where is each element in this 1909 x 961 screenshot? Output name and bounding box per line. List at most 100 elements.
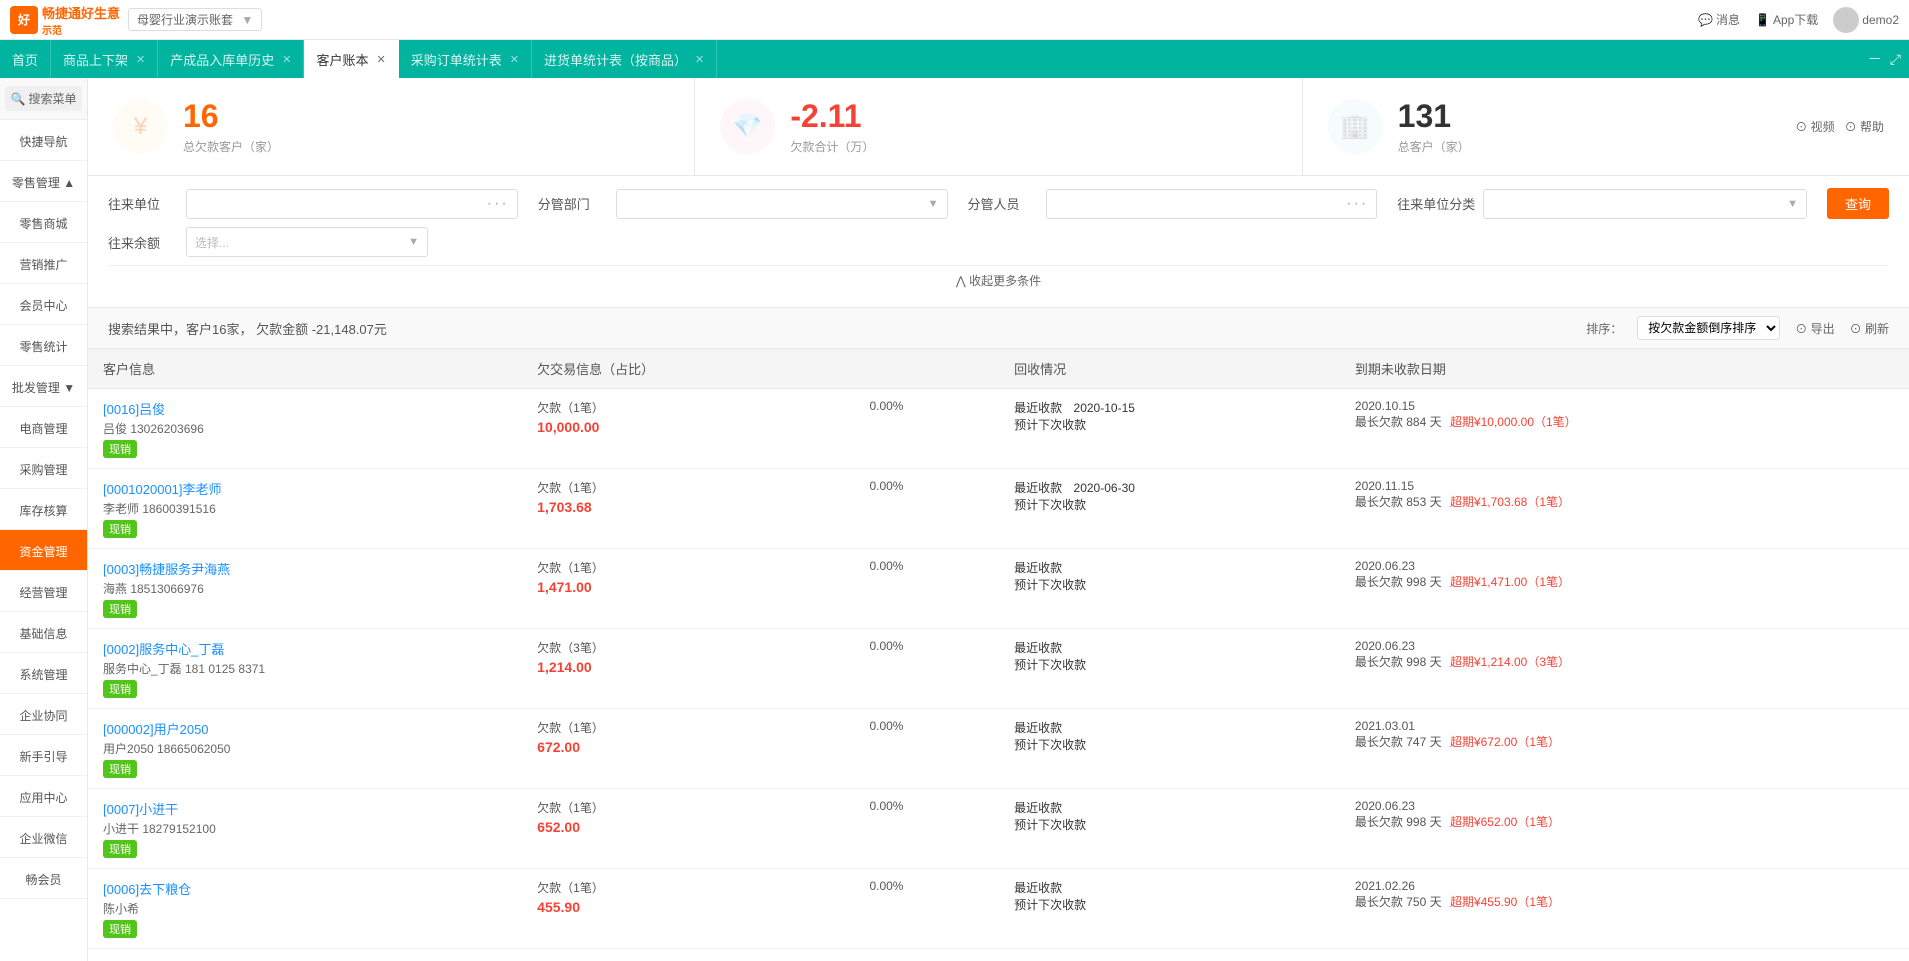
- view-btn[interactable]: ⊙ 视频: [1795, 118, 1834, 135]
- status-badge-6: 现销: [103, 920, 137, 938]
- due-cell-4: 2021.03.01 最长欠款 747 天 超期¥672.00（1笔）: [1340, 709, 1909, 789]
- overdue-link-3[interactable]: 超期¥1,214.00（3笔）: [1450, 655, 1570, 669]
- sidebar-item-retail-mgmt[interactable]: 零售管理 ▲: [0, 161, 87, 202]
- due-cell-1: 2020.11.15 最长欠款 853 天 超期¥1,703.68（1笔）: [1340, 469, 1909, 549]
- close-tab-purchase-stats-product[interactable]: ✕: [695, 53, 704, 66]
- debt-customers-num: 16: [183, 98, 279, 135]
- help-btn[interactable]: ⊙ 帮助: [1845, 118, 1884, 135]
- overdue-info-0: 最长欠款 884 天 超期¥10,000.00（1笔）: [1355, 413, 1894, 430]
- sidebar-item-basic-info[interactable]: 基础信息: [0, 612, 87, 653]
- sidebar-item-retail-mall[interactable]: 零售商城: [0, 202, 87, 243]
- customer-name-5[interactable]: [0007]小进干: [103, 799, 507, 818]
- sidebar-quick-nav[interactable]: 快捷导航: [0, 120, 87, 161]
- app-download-btn[interactable]: 📱 App下载: [1755, 11, 1818, 28]
- user-avatar[interactable]: demo2: [1833, 7, 1899, 33]
- debt-amount-0: 10,000.00: [537, 419, 839, 435]
- tab-inventory-history[interactable]: 产成品入库单历史 ✕: [158, 40, 304, 78]
- debt-count-1: 欠款（1笔）: [537, 479, 839, 496]
- percent-cell-7: 0.00%: [854, 949, 999, 961]
- person-input[interactable]: ···: [1046, 189, 1378, 219]
- customer-name-2[interactable]: [0003]畅捷服务尹海燕: [103, 559, 507, 578]
- tab-purchase-stats-product[interactable]: 进货单统计表（按商品） ✕: [532, 40, 717, 78]
- overdue-link-1[interactable]: 超期¥1,703.68（1笔）: [1450, 495, 1570, 509]
- tab-customer-account[interactable]: 客户账本 ✕: [304, 40, 398, 78]
- customer-sub-2: 海燕 18513066976: [103, 580, 507, 597]
- data-table: 客户信息 欠交易信息（占比） 回收情况 到期未收款日期 [0016]吕俊 吕俊 …: [88, 349, 1909, 961]
- overdue-info-5: 最长欠款 998 天 超期¥652.00（1笔）: [1355, 813, 1894, 830]
- tab-home[interactable]: 首页: [0, 40, 51, 78]
- overdue-link-5[interactable]: 超期¥652.00（1笔）: [1450, 815, 1560, 829]
- sidebar-item-purchase[interactable]: 采购管理: [0, 448, 87, 489]
- overdue-link-0[interactable]: 超期¥10,000.00（1笔）: [1450, 415, 1577, 429]
- customer-name-0[interactable]: [0016]吕俊: [103, 399, 507, 418]
- sidebar-item-enterprise-collab[interactable]: 企业协同: [0, 694, 87, 735]
- debt-amount-3: 1,214.00: [537, 659, 839, 675]
- customer-name-1[interactable]: [0001020001]李老师: [103, 479, 507, 498]
- balance-input[interactable]: 选择... ▼: [186, 227, 428, 257]
- customer-sub-0: 吕俊 13026203696: [103, 420, 507, 437]
- customer-name-3[interactable]: [0002]服务中心_丁磊: [103, 639, 507, 658]
- due-cell-7: 2020.12.30 最长欠款 808 天 超期¥429.00（1笔）: [1340, 949, 1909, 961]
- sidebar-item-enterprise-wechat[interactable]: 企业微信: [0, 817, 87, 858]
- sidebar-item-app-center[interactable]: 应用中心: [0, 776, 87, 817]
- sort-select[interactable]: 按欠款金额倒序排序: [1637, 316, 1780, 340]
- unit-class-input[interactable]: ▼: [1483, 189, 1807, 219]
- total-debt-info: -2.11 欠款合计（万）: [790, 98, 874, 155]
- source-unit-input[interactable]: ···: [186, 189, 518, 219]
- customer-name-6[interactable]: [0006]去下粮仓: [103, 879, 507, 898]
- collection-cell-4: 最近收款 预计下次收款: [999, 709, 1340, 789]
- customer-sub-6: 陈小希: [103, 900, 507, 917]
- close-tab-inventory-history[interactable]: ✕: [282, 53, 291, 66]
- sidebar-item-inventory[interactable]: 库存核算: [0, 489, 87, 530]
- tab-minimize[interactable]: －: [1868, 49, 1882, 69]
- store-selector[interactable]: 母婴行业演示账套 ▼: [128, 8, 262, 31]
- debt-cell-1: 欠款（1笔） 1,703.68: [522, 469, 854, 549]
- debt-amount-1: 1,703.68: [537, 499, 839, 515]
- debt-amount-2: 1,471.00: [537, 579, 839, 595]
- sidebar-item-newbie-guide[interactable]: 新手引导: [0, 735, 87, 776]
- table-header: 客户信息 欠交易信息（占比） 回收情况 到期未收款日期: [88, 349, 1909, 389]
- status-badge-0: 现销: [103, 440, 137, 458]
- close-tab-customer-account[interactable]: ✕: [377, 53, 386, 66]
- debt-cell-0: 欠款（1笔） 10,000.00: [522, 389, 854, 469]
- tab-purchase-order-stats[interactable]: 采购订单统计表 ✕: [399, 40, 532, 78]
- sidebar-item-marketing[interactable]: 营销推广: [0, 243, 87, 284]
- search-menu-btn[interactable]: 🔍 搜索菜单: [5, 86, 82, 111]
- overdue-link-6[interactable]: 超期¥455.90（1笔）: [1450, 895, 1560, 909]
- overdue-days-1: 最长欠款 853 天: [1355, 495, 1442, 509]
- overdue-link-4[interactable]: 超期¥672.00（1笔）: [1450, 735, 1560, 749]
- overdue-link-2[interactable]: 超期¥1,471.00（1笔）: [1450, 575, 1570, 589]
- sidebar-item-wholesale-mgmt[interactable]: 批发管理 ▼: [0, 366, 87, 407]
- dept-field: 分管部门 ▼: [538, 189, 948, 219]
- close-tab-purchase-order-stats[interactable]: ✕: [510, 53, 519, 66]
- sidebar-item-finance[interactable]: 资金管理: [0, 530, 87, 571]
- due-cell-6: 2021.02.26 最长欠款 750 天 超期¥455.90（1笔）: [1340, 869, 1909, 949]
- sidebar-item-chang-member[interactable]: 畅会员: [0, 858, 87, 899]
- total-debt-icon: 💎: [720, 99, 775, 154]
- customer-name-4[interactable]: [000002]用户2050: [103, 719, 507, 738]
- sidebar-item-system[interactable]: 系统管理: [0, 653, 87, 694]
- refresh-btn[interactable]: ⊙ 刷新: [1850, 320, 1889, 337]
- tab-maximize[interactable]: ⤢: [1890, 51, 1901, 68]
- total-debt-label: 欠款合计（万）: [790, 138, 874, 155]
- collection-cell-6: 最近收款 预计下次收款: [999, 869, 1340, 949]
- tab-product-listing[interactable]: 商品上下架 ✕: [51, 40, 158, 78]
- export-btn[interactable]: ⊙ 导出: [1795, 320, 1834, 337]
- close-tab-product-listing[interactable]: ✕: [136, 53, 145, 66]
- overdue-days-6: 最长欠款 750 天: [1355, 895, 1442, 909]
- dept-label: 分管部门: [538, 194, 608, 213]
- person-field: 分管人员 ···: [968, 189, 1378, 219]
- results-bar: 搜索结果中，客户16家， 欠款金额 -21,148.07元 排序： 按欠款金额倒…: [88, 308, 1909, 349]
- due-cell-0: 2020.10.15 最长欠款 884 天 超期¥10,000.00（1笔）: [1340, 389, 1909, 469]
- message-btn[interactable]: 💬 消息: [1698, 11, 1740, 28]
- card-actions: ⊙ 视频 ⊙ 帮助: [1795, 118, 1884, 135]
- sidebar-item-ecommerce[interactable]: 电商管理: [0, 407, 87, 448]
- sidebar-item-member[interactable]: 会员中心: [0, 284, 87, 325]
- dept-input[interactable]: ▼: [616, 189, 948, 219]
- collapse-filters-btn[interactable]: ⋀ 收起更多条件: [108, 265, 1889, 295]
- balance-label: 往来余额: [108, 233, 178, 252]
- sidebar-item-operations[interactable]: 经营管理: [0, 571, 87, 612]
- search-button[interactable]: 查询: [1827, 188, 1889, 219]
- sidebar-item-retail-stats[interactable]: 零售统计: [0, 325, 87, 366]
- filter-row-1: 往来单位 ··· 分管部门 ▼ 分管人员 ···: [108, 188, 1889, 219]
